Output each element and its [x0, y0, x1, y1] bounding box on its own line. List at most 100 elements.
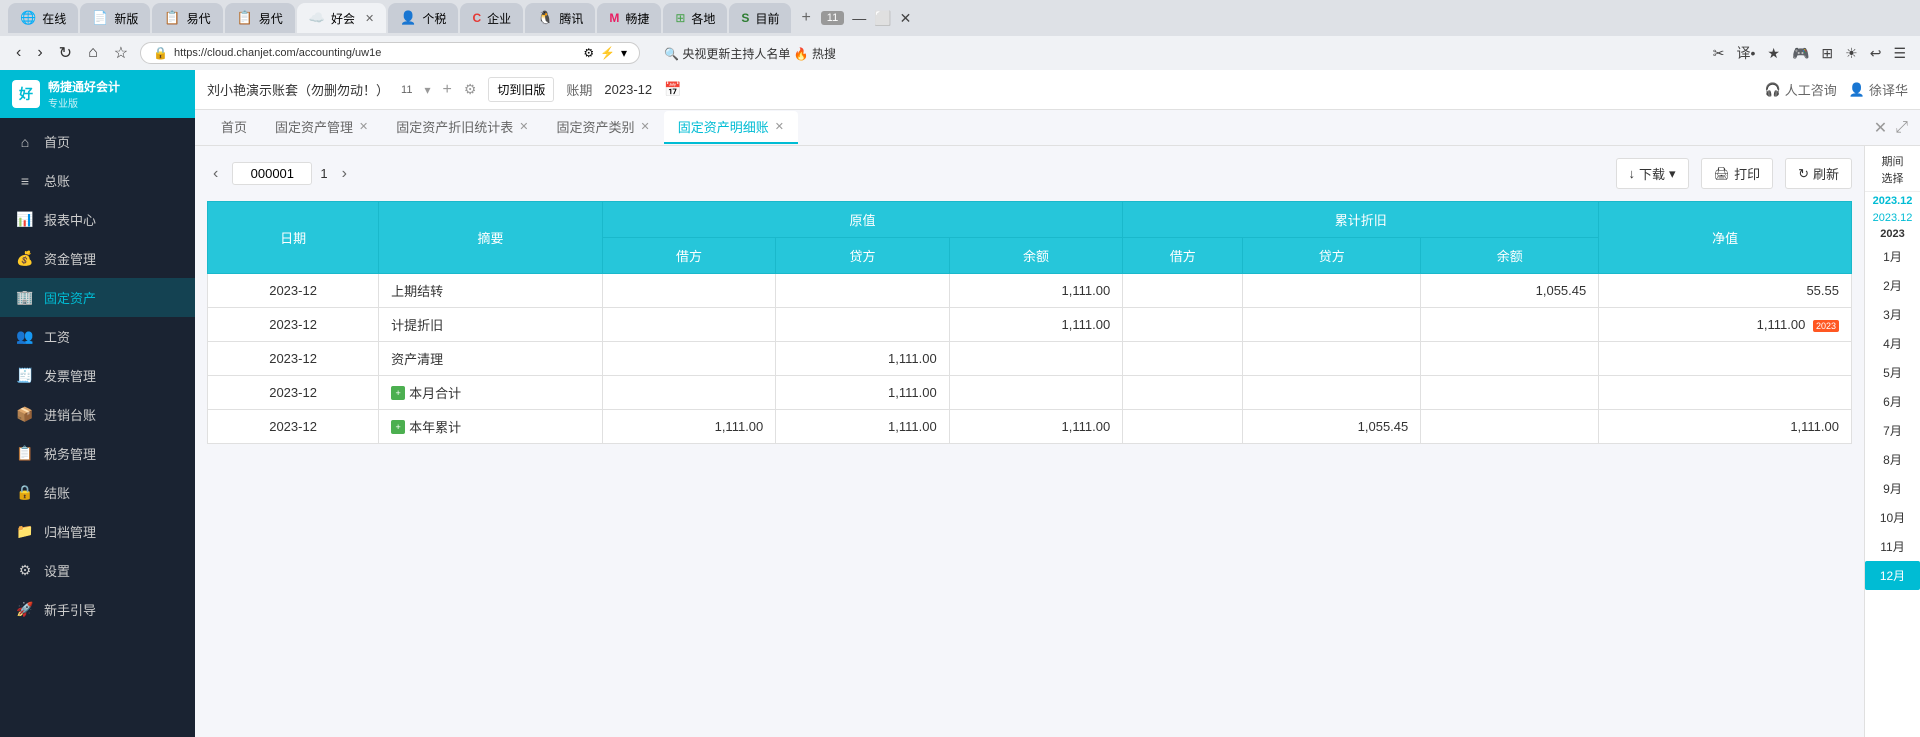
next-record-btn[interactable]: › — [336, 163, 353, 185]
menu-btn[interactable]: ☰ — [1891, 43, 1908, 64]
page-tab-close-1[interactable]: ✕ — [359, 120, 368, 133]
cell-orig-balance-1: 1,111.00 — [949, 274, 1122, 308]
table-header-row1: 日期 摘要 原值 累计折旧 净值 — [208, 202, 1852, 238]
cell-accum-balance-1: 1,055.45 — [1421, 274, 1599, 308]
sidebar-item-ledger[interactable]: ≡ 总账 — [0, 161, 195, 200]
sidebar-item-settings[interactable]: ⚙ 设置 — [0, 551, 195, 590]
period-month-1[interactable]: 1月 — [1865, 242, 1920, 271]
browser-tab-s[interactable]: S 目前 — [729, 3, 791, 33]
page-tab-depreciation[interactable]: 固定资产折旧统计表 ✕ — [382, 111, 542, 144]
sidebar-item-archive[interactable]: 📁 归档管理 — [0, 512, 195, 551]
browser-tab-online[interactable]: 🌐 在线 — [8, 3, 78, 33]
browser-minimize-btn[interactable]: — — [850, 8, 868, 29]
page-tab-home[interactable]: 首页 — [207, 111, 261, 144]
sidebar-logo-icon: 好 — [12, 80, 40, 108]
prev-record-btn[interactable]: ‹ — [207, 163, 224, 185]
sidebar-header: 好 畅捷通好会计 专业版 — [0, 70, 195, 118]
tab-count-badge[interactable]: 11 — [821, 11, 844, 25]
browser-tab-tencent[interactable]: 🐧 腾讯 — [525, 3, 595, 33]
sidebar-item-tax[interactable]: 📋 税务管理 — [0, 434, 195, 473]
period-month-3[interactable]: 3月 — [1865, 300, 1920, 329]
scissors-btn[interactable]: ✂ — [1711, 43, 1727, 64]
browser-tab-tax-label: 个税 — [422, 10, 446, 27]
period-month-8[interactable]: 8月 — [1865, 445, 1920, 474]
browser-maximize-btn[interactable]: ⬜ — [872, 8, 893, 29]
cell-accum-balance-2 — [1421, 308, 1599, 342]
refresh-button[interactable]: ↻ — [55, 41, 76, 65]
sidebar-item-guide[interactable]: 🚀 新手引导 — [0, 590, 195, 629]
period-month-2[interactable]: 2月 — [1865, 271, 1920, 300]
browser-tab-m[interactable]: M 畅捷 — [597, 3, 661, 33]
forward-button[interactable]: › — [33, 42, 46, 64]
sidebar-item-settings-label: 设置 — [44, 561, 70, 580]
period-month-11[interactable]: 11月 — [1865, 532, 1920, 561]
browser-tab-tencent-label: 腾讯 — [559, 10, 583, 27]
home-icon: ⌂ — [16, 133, 34, 151]
record-id-input[interactable] — [232, 162, 312, 185]
new-tab-button[interactable]: + — [793, 9, 818, 27]
switch-version-btn[interactable]: 切到旧版 — [488, 77, 554, 102]
page-tab-category[interactable]: 固定资产类别 ✕ — [542, 111, 663, 144]
page-tab-close-2[interactable]: ✕ — [519, 120, 528, 133]
browser-tab-tax[interactable]: 👤 个税 — [388, 3, 458, 33]
home-browser-button[interactable]: ⌂ — [84, 42, 102, 64]
browser-tab-active[interactable]: ☁️ 好会 ✕ — [297, 3, 386, 33]
translate-btn[interactable]: 译• — [1735, 41, 1758, 65]
page-tab-close-3[interactable]: ✕ — [641, 120, 650, 133]
maximize-panel-btn[interactable]: ⤢ — [1895, 119, 1908, 137]
settings-company-btn[interactable]: ⚙ — [464, 81, 477, 98]
page-tab-detail-ledger[interactable]: 固定资产明细账 ✕ — [664, 111, 798, 144]
bookmark-button[interactable]: ☆ — [110, 41, 132, 65]
undo-btn[interactable]: ↩ — [1868, 43, 1884, 64]
page-tab-close-4[interactable]: ✕ — [775, 120, 784, 133]
browser-tab-yidai1[interactable]: 📋 易代 — [152, 3, 222, 33]
search-bar[interactable]: 🔍 央视更新主持人名单 🔥 热搜 — [664, 45, 1695, 62]
browser-close-btn[interactable]: ✕ — [898, 8, 914, 29]
user-btn[interactable]: 👤 徐译华 — [1849, 80, 1908, 99]
period-month-10[interactable]: 10月 — [1865, 503, 1920, 532]
sidebar-item-closing[interactable]: 🔒 结账 — [0, 473, 195, 512]
browser-settings-icon: ⚙ — [583, 46, 594, 60]
browser-tab-new[interactable]: 📄 新版 — [80, 3, 150, 33]
period-month-4[interactable]: 4月 — [1865, 329, 1920, 358]
add-company-btn[interactable]: + — [442, 81, 451, 99]
address-bar[interactable]: 🔒 https://cloud.chanjet.com/accounting/u… — [140, 42, 640, 64]
sidebar-item-purchase[interactable]: 📦 进销台账 — [0, 395, 195, 434]
cell-orig-debit-4 — [602, 376, 775, 410]
browser-tab-yidai2[interactable]: 📋 易代 — [225, 3, 295, 33]
period-month-6[interactable]: 6月 — [1865, 387, 1920, 416]
tab-close-icon[interactable]: ✕ — [365, 12, 374, 25]
download-btn[interactable]: ↓ 下载 ▾ — [1616, 158, 1689, 189]
cell-accum-debit-4 — [1123, 376, 1243, 410]
sun-btn[interactable]: ☀ — [1843, 43, 1860, 64]
period-month-7[interactable]: 7月 — [1865, 416, 1920, 445]
sidebar-item-fixed-assets[interactable]: 🏢 固定资产 — [0, 278, 195, 317]
company-name: 刘小艳演示账套（勿删勿动！） — [207, 80, 389, 99]
sidebar-item-funds[interactable]: 💰 资金管理 — [0, 239, 195, 278]
period-month-5[interactable]: 5月 — [1865, 358, 1920, 387]
browser-tab-grid[interactable]: ⊞ 各地 — [663, 3, 727, 33]
close-panel-btn[interactable]: ✕ — [1874, 118, 1887, 138]
grid-btn[interactable]: ⊞ — [1819, 43, 1835, 64]
page-tab-fixed-assets-mgmt[interactable]: 固定资产管理 ✕ — [261, 111, 382, 144]
sidebar-item-payroll[interactable]: 👥 工资 — [0, 317, 195, 356]
help-label: 人工咨询 — [1785, 80, 1837, 99]
sidebar-item-reports[interactable]: 📊 报表中心 — [0, 200, 195, 239]
dropdown-icon[interactable]: ▾ — [621, 46, 627, 60]
browser-tab-enterprise[interactable]: C 企业 — [460, 3, 523, 33]
help-btn[interactable]: 🎧 人工咨询 — [1765, 80, 1837, 99]
sidebar-logo-line2: 专业版 — [48, 95, 120, 110]
th-accum-debit: 借方 — [1123, 238, 1243, 274]
calendar-icon[interactable]: 📅 — [664, 81, 681, 98]
dropdown-company-icon[interactable]: ▾ — [424, 83, 430, 97]
game-btn[interactable]: 🎮 — [1790, 43, 1811, 64]
star-btn[interactable]: ★ — [1765, 43, 1782, 64]
period-month-12[interactable]: 12月 — [1865, 561, 1920, 590]
download-icon: ↓ — [1629, 166, 1636, 181]
back-button[interactable]: ‹ — [12, 42, 25, 64]
sidebar-item-home[interactable]: ⌂ 首页 — [0, 122, 195, 161]
sidebar-item-invoice[interactable]: 🧾 发票管理 — [0, 356, 195, 395]
refresh-data-btn[interactable]: ↻ 刷新 — [1785, 158, 1852, 189]
period-month-9[interactable]: 9月 — [1865, 474, 1920, 503]
print-btn[interactable]: 🖨 打印 — [1701, 158, 1774, 189]
